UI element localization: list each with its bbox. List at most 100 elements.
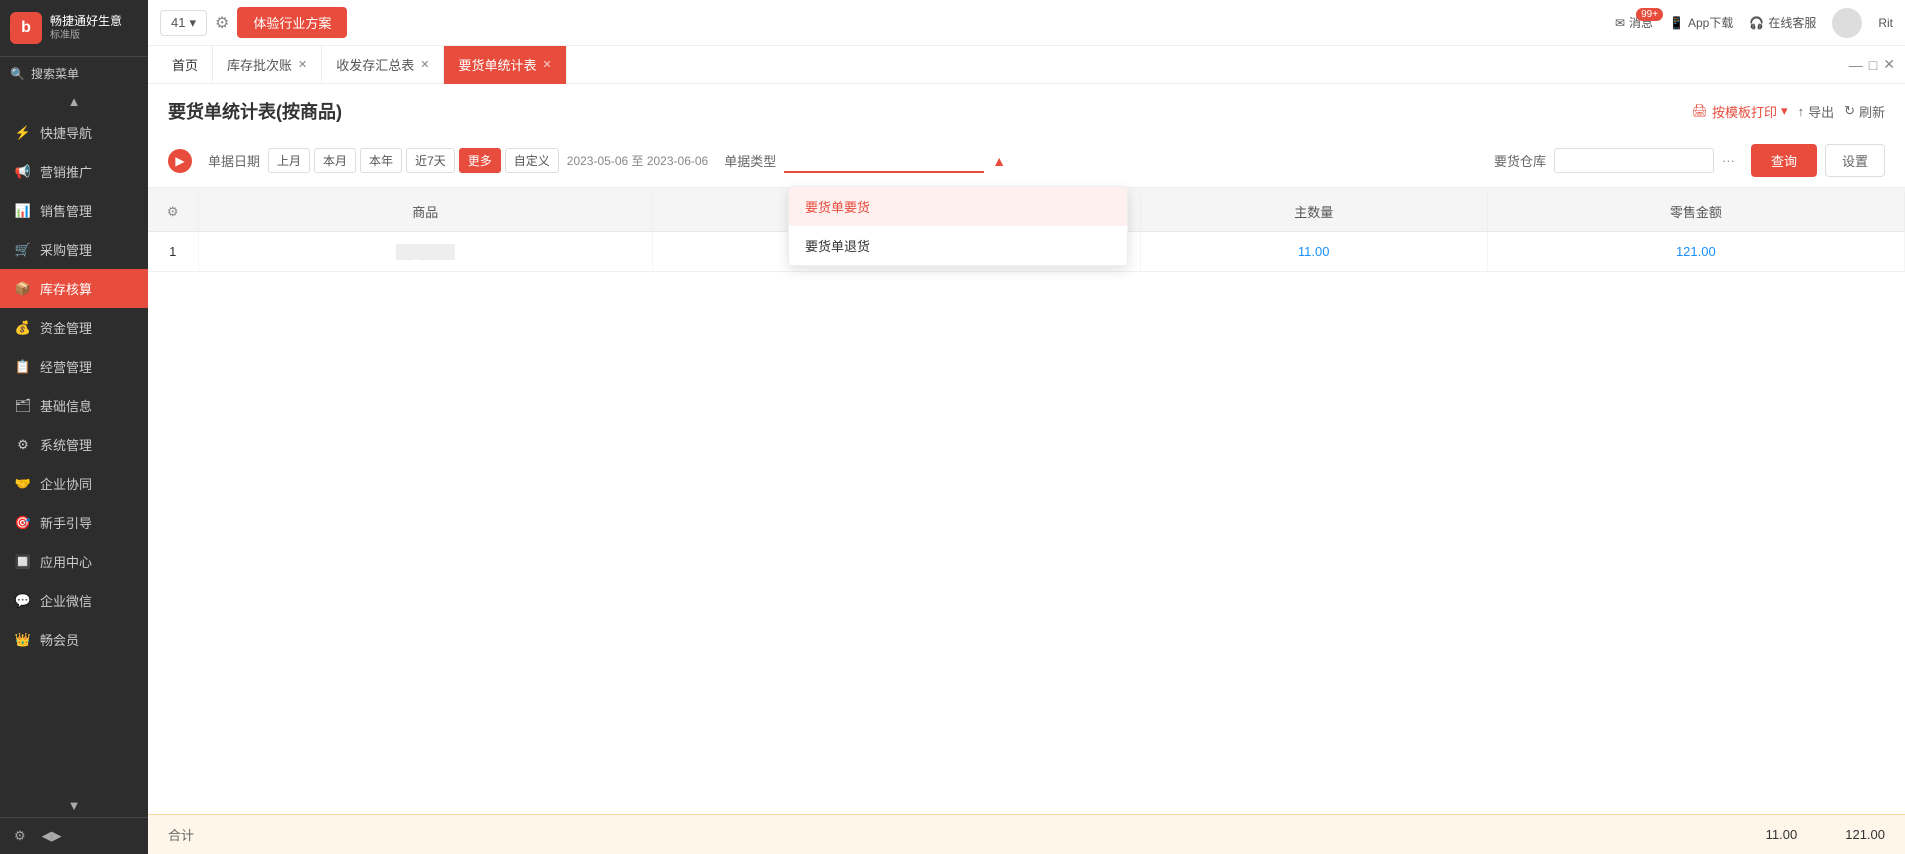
- table-footer: 合计 11.00 121.00: [148, 814, 1905, 854]
- scroll-down-btn[interactable]: ▼: [0, 794, 148, 817]
- date-custom-btn[interactable]: 自定义: [505, 148, 559, 173]
- guide-icon: 🎯: [14, 514, 32, 532]
- row-product: ██ ████: [198, 232, 653, 272]
- col-quantity: 主数量: [1140, 192, 1487, 232]
- dropdown-arrow-icon: ▾: [189, 15, 196, 31]
- tab-inventory-batch[interactable]: 库存批次账 ✕: [213, 46, 322, 84]
- tab-receivable-summary[interactable]: 收发存汇总表 ✕: [322, 46, 444, 84]
- print-arrow-icon: ▾: [1781, 103, 1788, 119]
- wechat-icon: 💬: [14, 592, 32, 610]
- filter-bar: ▶ 单据日期 上月 本月 本年 近7天 更多 自定义 2023-05-06 至 …: [148, 134, 1905, 188]
- type-dropdown-popup: 要货单要货 要货单退货: [788, 186, 1128, 266]
- row-amount[interactable]: 121.00: [1487, 232, 1904, 272]
- type-filter-arrow-icon[interactable]: ▲: [992, 153, 1006, 169]
- tab-order-summary[interactable]: 要货单统计表 ✕: [444, 46, 566, 84]
- col-amount: 零售金额: [1487, 192, 1904, 232]
- message-btn[interactable]: ✉ 消息 99+: [1615, 14, 1653, 31]
- sidebar: b 畅捷通好生意 标准版 🔍 搜索菜单 ▲ ⚡ 快捷导航 📢 营销推广 📊 销售…: [0, 0, 148, 854]
- dropdown-order-goods[interactable]: 要货单要货: [789, 187, 1127, 226]
- topbar-gear-icon[interactable]: ⚙: [215, 13, 229, 33]
- cooperation-icon: 🤝: [14, 475, 32, 493]
- print-template-btn[interactable]: 🖨 按模板打印 ▾: [1692, 102, 1788, 121]
- finance-icon: 💰: [14, 319, 32, 337]
- sidebar-item-inventory[interactable]: 📦 库存核算: [0, 269, 148, 308]
- app-download-icon: 📱: [1669, 16, 1684, 30]
- date-this-month-btn[interactable]: 本月: [314, 148, 356, 173]
- warehouse-more-icon[interactable]: ···: [1722, 153, 1735, 168]
- close-tab-inventory-batch-icon[interactable]: ✕: [298, 58, 307, 71]
- row-index: 1: [148, 232, 198, 272]
- sidebar-item-system[interactable]: ⚙ 系统管理: [0, 425, 148, 464]
- user-avatar[interactable]: [1832, 8, 1862, 38]
- sidebar-search[interactable]: 🔍 搜索菜单: [0, 57, 148, 90]
- date-more-btn[interactable]: 更多: [459, 148, 501, 173]
- app-download-btn[interactable]: 📱 App下载: [1669, 14, 1733, 31]
- maximize-btn[interactable]: □: [1869, 56, 1877, 73]
- sidebar-item-operation[interactable]: 📋 经营管理: [0, 347, 148, 386]
- trial-btn[interactable]: 体验行业方案: [237, 7, 347, 38]
- sidebar-item-quick-nav[interactable]: ⚡ 快捷导航: [0, 113, 148, 152]
- close-tab-receivable-icon[interactable]: ✕: [420, 58, 429, 71]
- sidebar-item-sales[interactable]: 📊 销售管理: [0, 191, 148, 230]
- sidebar-item-finance[interactable]: 💰 资金管理: [0, 308, 148, 347]
- close-tab-order-icon[interactable]: ✕: [543, 58, 552, 71]
- sidebar-item-app-center[interactable]: 🔲 应用中心: [0, 542, 148, 581]
- inventory-icon: 📦: [14, 280, 32, 298]
- refresh-icon: ↻: [1844, 103, 1855, 119]
- tab-bar: 首页 库存批次账 ✕ 收发存汇总表 ✕ 要货单统计表 ✕ — □ ✕: [148, 46, 1905, 84]
- sidebar-item-member[interactable]: 👑 畅会员: [0, 620, 148, 659]
- page-content: 要货单统计表(按商品) 🖨 按模板打印 ▾ ↑ 导出 ↻ 刷新 ▶: [148, 84, 1905, 854]
- sidebar-item-wechat[interactable]: 💬 企业微信: [0, 581, 148, 620]
- sidebar-item-guide[interactable]: 🎯 新手引导: [0, 503, 148, 542]
- date-7days-btn[interactable]: 近7天: [406, 148, 455, 173]
- close-window-btn[interactable]: ✕: [1883, 56, 1895, 73]
- sidebar-nav: ⚡ 快捷导航 📢 营销推广 📊 销售管理 🛒 采购管理 📦 库存核算 💰 资金管…: [0, 113, 148, 794]
- logo-icon: b: [10, 12, 42, 44]
- tabs-controls: — □ ✕: [1849, 56, 1895, 73]
- warehouse-filter-group: 要货仓库 ···: [1494, 148, 1735, 173]
- scroll-up-btn[interactable]: ▲: [0, 90, 148, 113]
- sidebar-item-cooperation[interactable]: 🤝 企业协同: [0, 464, 148, 503]
- logo-text: 畅捷通好生意 标准版: [50, 14, 122, 43]
- chevron-up-icon: ▲: [68, 94, 81, 109]
- date-filter: 上月 本月 本年 近7天 更多 自定义: [268, 148, 559, 173]
- topbar-left: 41 ▾ ⚙ 体验行业方案: [160, 7, 1605, 38]
- warehouse-filter-input[interactable]: [1554, 148, 1714, 173]
- filter-expand-btn[interactable]: ▶: [168, 149, 192, 173]
- date-last-month-btn[interactable]: 上月: [268, 148, 310, 173]
- system-icon: ⚙: [14, 436, 32, 454]
- export-icon: ↑: [1798, 104, 1805, 119]
- footer-quantity: 11.00: [1766, 827, 1798, 842]
- settings-filter-btn[interactable]: 设置: [1825, 144, 1885, 177]
- date-filter-group: 单据日期 上月 本月 本年 近7天 更多 自定义 2023-05-06 至 20…: [208, 148, 708, 173]
- col-gear-icon[interactable]: ⚙: [167, 204, 179, 219]
- settings-icon[interactable]: ⚙: [14, 828, 26, 844]
- query-btn[interactable]: 查询: [1751, 144, 1817, 177]
- store-dropdown[interactable]: 41 ▾: [160, 10, 207, 36]
- export-btn[interactable]: ↑ 导出: [1798, 102, 1835, 121]
- col-settings[interactable]: ⚙: [148, 192, 198, 232]
- dropdown-order-return[interactable]: 要货单退货: [789, 226, 1127, 265]
- date-range-text: 2023-05-06 至 2023-06-06: [567, 152, 708, 169]
- tab-home[interactable]: 首页: [158, 46, 213, 84]
- app-logo: b 畅捷通好生意 标准版: [0, 0, 148, 57]
- row-quantity[interactable]: 11.00: [1140, 232, 1487, 272]
- sidebar-item-basic[interactable]: 🗂 基础信息: [0, 386, 148, 425]
- search-icon: 🔍: [10, 67, 25, 81]
- date-this-year-btn[interactable]: 本年: [360, 148, 402, 173]
- collapse-icon[interactable]: ◀▶: [42, 828, 62, 844]
- filter-actions: 查询 设置: [1751, 144, 1885, 177]
- online-service-btn[interactable]: 🎧 在线客服: [1749, 14, 1816, 31]
- minimize-btn[interactable]: —: [1849, 56, 1863, 73]
- type-filter-input[interactable]: [784, 148, 984, 173]
- sidebar-item-purchase[interactable]: 🛒 采购管理: [0, 230, 148, 269]
- chevron-down-icon: ▼: [68, 798, 81, 813]
- operation-icon: 📋: [14, 358, 32, 376]
- footer-label: 合计: [168, 825, 194, 844]
- sidebar-item-marketing[interactable]: 📢 营销推广: [0, 152, 148, 191]
- sales-icon: 📊: [14, 202, 32, 220]
- page-header: 要货单统计表(按商品) 🖨 按模板打印 ▾ ↑ 导出 ↻ 刷新: [148, 84, 1905, 134]
- page-header-actions: 🖨 按模板打印 ▾ ↑ 导出 ↻ 刷新: [1692, 102, 1886, 121]
- refresh-btn[interactable]: ↻ 刷新: [1844, 102, 1885, 121]
- topbar: 41 ▾ ⚙ 体验行业方案 ✉ 消息 99+ 📱 App下载 🎧 在线客服 Ri…: [148, 0, 1905, 46]
